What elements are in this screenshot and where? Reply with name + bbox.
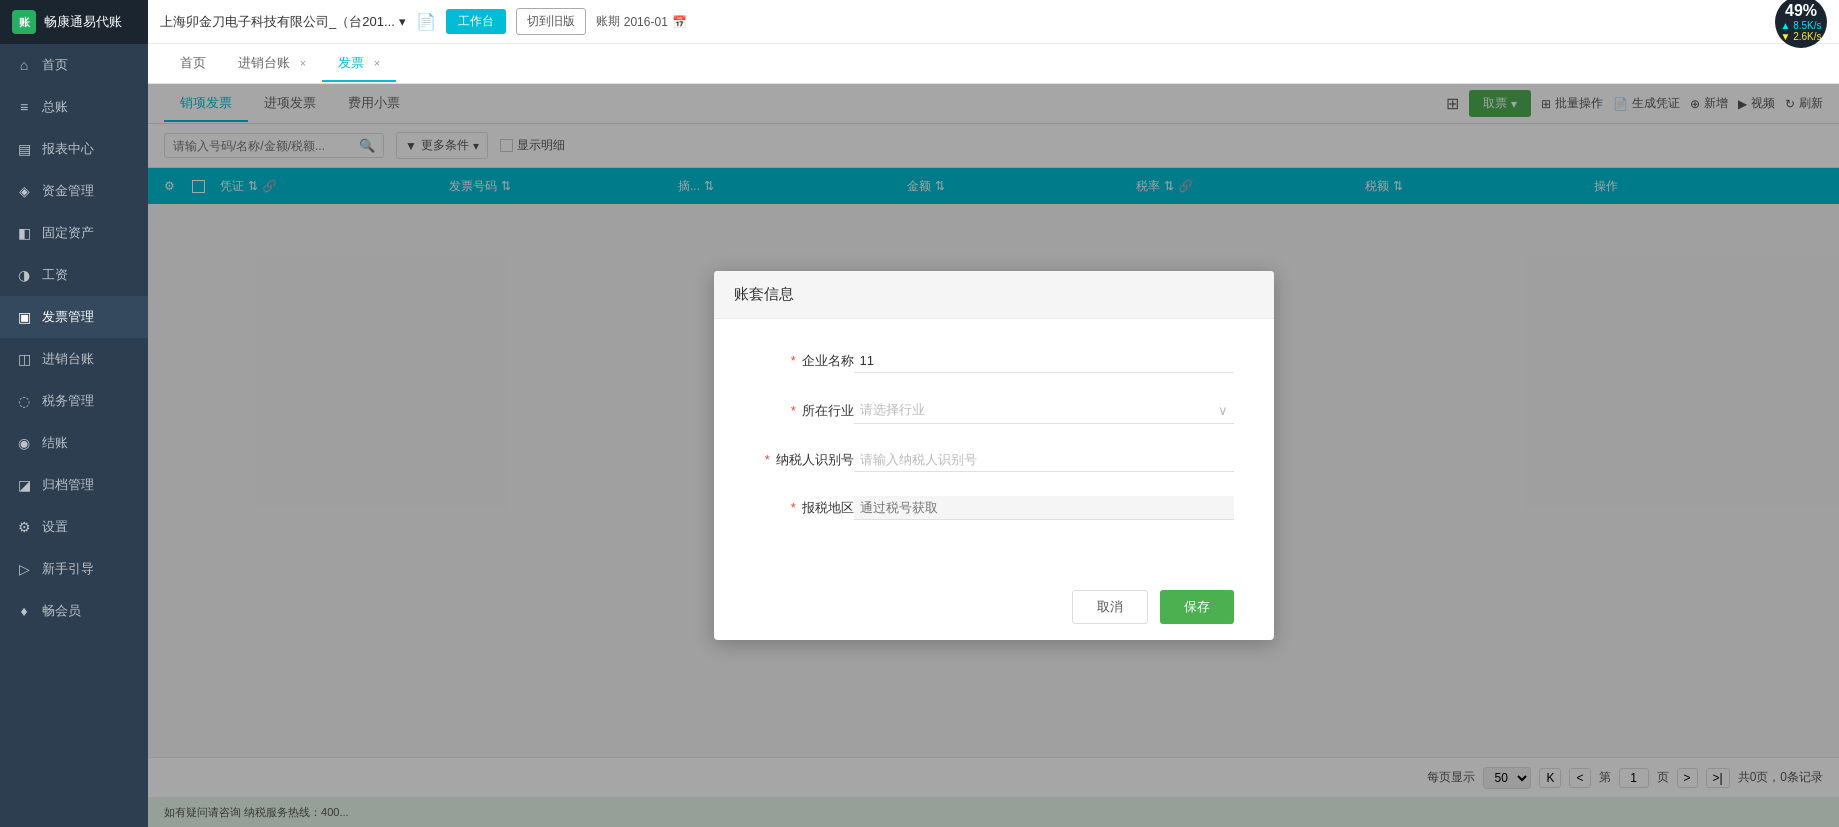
- fixed-assets-icon: ◧: [16, 225, 32, 241]
- sidebar-item-archive[interactable]: ◪ 归档管理: [0, 464, 148, 506]
- form-row-company: * 企业名称: [754, 349, 1234, 373]
- sidebar-item-settings[interactable]: ⚙ 设置: [0, 506, 148, 548]
- logo-icon: 账: [12, 10, 36, 34]
- chevron-down-icon: ∨: [1218, 403, 1228, 418]
- sidebar-item-ledger[interactable]: ≡ 总账: [0, 86, 148, 128]
- sidebar-item-payroll[interactable]: ◑ 工资: [0, 254, 148, 296]
- topbar: 上海卯金刀电子科技有限公司_（台201... ▾ 📄 工作台 切到旧版 账期 2…: [148, 0, 1839, 44]
- app-name: 畅康通易代账: [44, 13, 122, 31]
- speed-indicator: 49% ▲ 8.5K/s ▼ 2.6K/s: [1775, 0, 1827, 48]
- home-icon: ⌂: [16, 57, 32, 73]
- content-tabs: 首页 进销台账 × 发票 ×: [148, 44, 1839, 84]
- sidebar-item-home[interactable]: ⌂ 首页: [0, 44, 148, 86]
- tax-region-input: [854, 496, 1234, 520]
- sidebar-item-label: 税务管理: [42, 392, 94, 410]
- sidebar-item-capital[interactable]: ◈ 资金管理: [0, 170, 148, 212]
- form-row-industry: * 所在行业 请选择行业 ∨: [754, 397, 1234, 424]
- workbench-button[interactable]: 工作台: [446, 9, 506, 34]
- tab-home[interactable]: 首页: [164, 46, 222, 82]
- sidebar-item-label: 结账: [42, 434, 68, 452]
- tab-invoice[interactable]: 发票 ×: [322, 46, 396, 82]
- settings-icon: ⚙: [16, 519, 32, 535]
- dialog-body: * 企业名称 * 所在行业 请选择行业 ∨: [714, 319, 1274, 574]
- company-name: 上海卯金刀电子科技有限公司_（台201...: [160, 13, 395, 31]
- tab-purchase-ledger[interactable]: 进销台账 ×: [222, 46, 322, 82]
- member-icon: ♦: [16, 603, 32, 619]
- period-display: 账期 2016-01 📅: [596, 13, 687, 30]
- tax-id-input[interactable]: [854, 448, 1234, 472]
- industry-label: * 所在行业: [754, 402, 854, 420]
- speed-percent: 49%: [1785, 2, 1817, 20]
- sidebar: 账 畅康通易代账 ⌂ 首页 ≡ 总账 ▤ 报表中心 ◈ 资金管理 ◧ 固定资产 …: [0, 0, 148, 827]
- sidebar-item-label: 报表中心: [42, 140, 94, 158]
- guide-icon: ▷: [16, 561, 32, 577]
- industry-select[interactable]: 请选择行业 ∨: [854, 397, 1234, 424]
- sidebar-item-label: 发票管理: [42, 308, 94, 326]
- tax-icon: ◌: [16, 393, 32, 409]
- tax-id-label: * 纳税人识别号: [754, 451, 854, 469]
- sidebar-item-label: 固定资产: [42, 224, 94, 242]
- topbar-right: 49% ▲ 8.5K/s ▼ 2.6K/s: [1775, 0, 1827, 48]
- sidebar-item-fixed-assets[interactable]: ◧ 固定资产: [0, 212, 148, 254]
- company-name-label: * 企业名称: [754, 352, 854, 370]
- sidebar-item-settlement[interactable]: ◉ 结账: [0, 422, 148, 464]
- account-info-dialog: 账套信息 * 企业名称 * 所在行业: [714, 271, 1274, 640]
- sidebar-item-guide[interactable]: ▷ 新手引导: [0, 548, 148, 590]
- company-name-input[interactable]: [854, 349, 1234, 373]
- sidebar-item-label: 归档管理: [42, 476, 94, 494]
- form-row-tax-id: * 纳税人识别号: [754, 448, 1234, 472]
- modal-overlay[interactable]: 账套信息 * 企业名称 * 所在行业: [148, 84, 1839, 827]
- purchase-icon: ◫: [16, 351, 32, 367]
- company-dropdown-icon: ▾: [399, 14, 406, 29]
- page-content: 销项发票 进项发票 费用小票 ⊞ 取票 ▾ ⊞ 批量操作 📄: [148, 84, 1839, 827]
- topbar-icon-doc: 📄: [416, 12, 436, 31]
- sidebar-item-label: 工资: [42, 266, 68, 284]
- sidebar-item-invoice[interactable]: ▣ 发票管理: [0, 296, 148, 338]
- sidebar-item-label: 设置: [42, 518, 68, 536]
- form-row-tax-region: * 报税地区: [754, 496, 1234, 520]
- settlement-icon: ◉: [16, 435, 32, 451]
- invoice-icon: ▣: [16, 309, 32, 325]
- sidebar-item-label: 畅会员: [42, 602, 81, 620]
- archive-icon: ◪: [16, 477, 32, 493]
- period-label: 账期: [596, 13, 620, 30]
- sidebar-item-label: 资金管理: [42, 182, 94, 200]
- sidebar-item-label: 总账: [42, 98, 68, 116]
- tax-region-label: * 报税地区: [754, 499, 854, 517]
- speed-down: ▼ 2.6K/s: [1780, 31, 1821, 42]
- sidebar-item-tax[interactable]: ◌ 税务管理: [0, 380, 148, 422]
- calendar-icon[interactable]: 📅: [672, 15, 687, 29]
- app-logo: 账 畅康通易代账: [0, 0, 148, 44]
- sidebar-item-label: 新手引导: [42, 560, 94, 578]
- dialog-title: 账套信息: [714, 271, 1274, 319]
- report-icon: ▤: [16, 141, 32, 157]
- company-selector[interactable]: 上海卯金刀电子科技有限公司_（台201... ▾: [160, 13, 406, 31]
- sidebar-item-label: 首页: [42, 56, 68, 74]
- sidebar-item-report[interactable]: ▤ 报表中心: [0, 128, 148, 170]
- payroll-icon: ◑: [16, 267, 32, 283]
- dialog-footer: 取消 保存: [714, 574, 1274, 640]
- sidebar-item-member[interactable]: ♦ 畅会员: [0, 590, 148, 632]
- close-invoice-tab[interactable]: ×: [374, 57, 380, 69]
- close-purchase-tab[interactable]: ×: [300, 57, 306, 69]
- speed-up: ▲ 8.5K/s: [1780, 20, 1821, 31]
- sidebar-item-label: 进销台账: [42, 350, 94, 368]
- save-button[interactable]: 保存: [1160, 590, 1234, 624]
- main-content: 上海卯金刀电子科技有限公司_（台201... ▾ 📄 工作台 切到旧版 账期 2…: [148, 0, 1839, 827]
- switch-old-button[interactable]: 切到旧版: [516, 8, 586, 35]
- sidebar-item-purchase[interactable]: ◫ 进销台账: [0, 338, 148, 380]
- capital-icon: ◈: [16, 183, 32, 199]
- cancel-button[interactable]: 取消: [1072, 590, 1148, 624]
- period-value: 2016-01: [624, 15, 668, 29]
- ledger-icon: ≡: [16, 99, 32, 115]
